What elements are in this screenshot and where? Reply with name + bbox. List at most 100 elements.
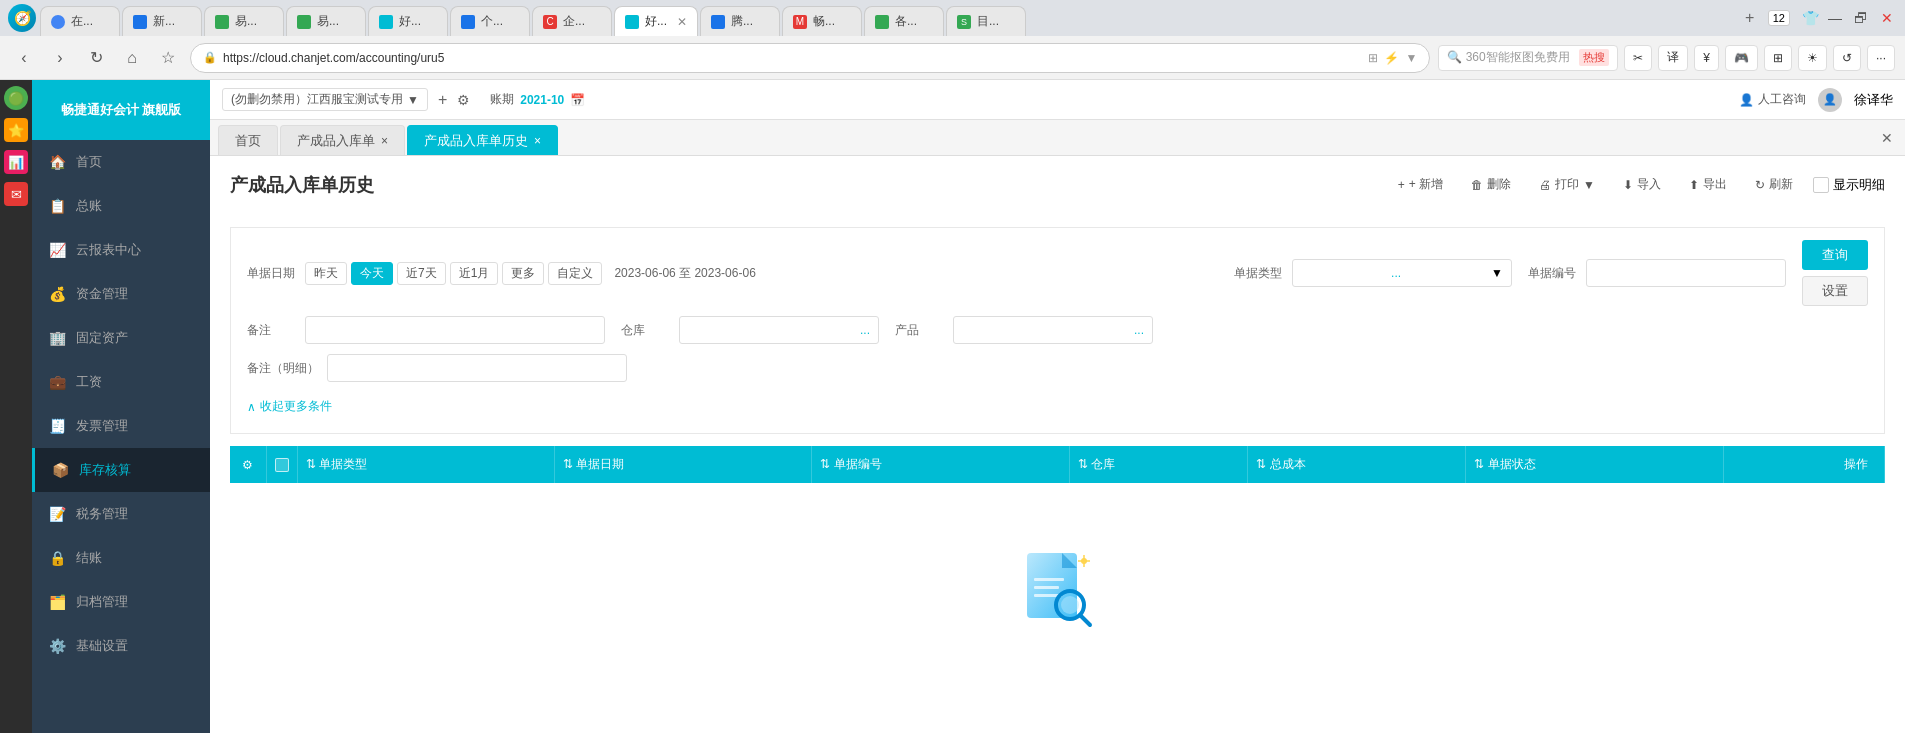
forward-button[interactable]: › (46, 44, 74, 72)
company-settings-icon[interactable]: ⚙ (457, 92, 470, 108)
number-filter-input[interactable] (1586, 259, 1786, 287)
calendar-icon[interactable]: 📅 (570, 93, 585, 107)
close-button[interactable]: ✕ (1877, 8, 1897, 28)
app-icon-mail[interactable]: ✉ (4, 182, 28, 206)
delete-btn[interactable]: 🗑 删除 (1463, 172, 1519, 197)
minimize-button[interactable]: — (1825, 8, 1845, 28)
browser-tab-5[interactable]: 好... (368, 6, 448, 36)
company-selector[interactable]: (勿删勿禁用）江西服宝测试专用 ▼ (222, 88, 428, 111)
nav-item-salary[interactable]: 💼 工资 (32, 360, 210, 404)
delete-label: 删除 (1487, 176, 1511, 193)
cut-icon[interactable]: ✂ (1624, 45, 1652, 71)
browser-tab-9[interactable]: 腾... (700, 6, 780, 36)
rotate-btn[interactable]: ↺ (1833, 45, 1861, 71)
refresh-btn[interactable]: ↻ 刷新 (1747, 172, 1801, 197)
display-checkbox[interactable] (1813, 177, 1829, 193)
close-panel-btn[interactable]: ✕ (1881, 130, 1893, 146)
table-col-status[interactable]: ⇅ 单据状态 (1466, 446, 1723, 483)
browser-tab-6[interactable]: 个... (450, 6, 530, 36)
nav-item-ledger[interactable]: 📋 总账 (32, 184, 210, 228)
table-col-warehouse[interactable]: ⇅ 仓库 (1069, 446, 1248, 483)
page-tab-home[interactable]: 首页 (218, 125, 278, 155)
table-col-gear[interactable]: ⚙ (230, 446, 266, 483)
page-tab-inventory-list-close[interactable]: × (381, 134, 388, 148)
app-icon-green[interactable]: 🟢 (4, 86, 28, 110)
display-toggle[interactable]: 显示明细 (1813, 176, 1885, 194)
nav-item-assets[interactable]: 🏢 固定资产 (32, 316, 210, 360)
refresh-icon: ↻ (1755, 178, 1765, 192)
new-tab-button[interactable]: + (1736, 4, 1764, 32)
date-btn-more[interactable]: 更多 (502, 262, 544, 285)
browser-tab-8[interactable]: 好... ✕ (614, 6, 698, 36)
print-label: 打印 (1555, 176, 1579, 193)
nav-item-close[interactable]: 🔒 结账 (32, 536, 210, 580)
date-btn-custom[interactable]: 自定义 (548, 262, 602, 285)
browser-tab-12[interactable]: S 目... (946, 6, 1026, 36)
table-col-number[interactable]: ⇅ 单据编号 (812, 446, 1069, 483)
select-all-checkbox[interactable] (275, 458, 289, 472)
game-btn[interactable]: 🎮 (1725, 45, 1758, 71)
table-col-checkbox[interactable] (266, 446, 297, 483)
remark-filter-input[interactable] (305, 316, 605, 344)
detail-remark-filter-input[interactable] (327, 354, 627, 382)
nav-sidebar: 畅捷通好会计 旗舰版 🏠 首页 📋 总账 📈 云报表中心 💰 资金管理 🏢 固定… (32, 80, 210, 733)
user-avatar[interactable]: 👤 (1818, 88, 1842, 112)
product-filter-select[interactable]: ... (953, 316, 1153, 344)
date-btn-7days[interactable]: 近7天 (397, 262, 446, 285)
grid-btn[interactable]: ⊞ (1764, 45, 1792, 71)
filter-settings-button[interactable]: 设置 (1802, 276, 1868, 306)
tab-close-8[interactable]: ✕ (677, 15, 687, 29)
browser-tab-1[interactable]: 在... (40, 6, 120, 36)
gear-icon[interactable]: ⚙ (242, 458, 253, 472)
nav-item-funds[interactable]: 💰 资金管理 (32, 272, 210, 316)
home-button[interactable]: ⌂ (118, 44, 146, 72)
collapse-button[interactable]: ∧ 收起更多条件 (247, 392, 1868, 421)
nav-item-tax[interactable]: 📝 税务管理 (32, 492, 210, 536)
add-company-btn[interactable]: + (438, 91, 447, 109)
date-btn-1month[interactable]: 近1月 (450, 262, 499, 285)
back-button[interactable]: ‹ (10, 44, 38, 72)
browser-tab-4[interactable]: 易... (286, 6, 366, 36)
nav-item-settings[interactable]: ⚙️ 基础设置 (32, 624, 210, 668)
query-button[interactable]: 查询 (1802, 240, 1868, 270)
app-icon-star[interactable]: ⭐ (4, 118, 28, 142)
user-service-btn[interactable]: 👤 人工咨询 (1739, 91, 1806, 108)
date-btn-today[interactable]: 今天 (351, 262, 393, 285)
nav-item-archive[interactable]: 🗂️ 归档管理 (32, 580, 210, 624)
import-btn[interactable]: ⬇ 导入 (1615, 172, 1669, 197)
nav-item-inventory[interactable]: 📦 库存核算 (32, 448, 210, 492)
refresh-button[interactable]: ↻ (82, 44, 110, 72)
date-btn-yesterday[interactable]: 昨天 (305, 262, 347, 285)
translate-btn[interactable]: 译 (1658, 45, 1688, 71)
svg-point-6 (1061, 596, 1079, 614)
chevron-down-icon[interactable]: ▼ (1405, 51, 1417, 65)
nav-item-home[interactable]: 🏠 首页 (32, 140, 210, 184)
currency-btn[interactable]: ¥ (1694, 45, 1719, 71)
table-col-date[interactable]: ⇅ 单据日期 (554, 446, 811, 483)
type-filter-select[interactable]: ... ▼ (1292, 259, 1512, 287)
settings-menu[interactable]: ··· (1867, 45, 1895, 71)
bookmark-button[interactable]: ☆ (154, 44, 182, 72)
nav-item-report[interactable]: 📈 云报表中心 (32, 228, 210, 272)
browser-tab-10[interactable]: M 畅... (782, 6, 862, 36)
browser-tab-2[interactable]: 新... (122, 6, 202, 36)
page-tab-inventory-history[interactable]: 产成品入库单历史 × (407, 125, 558, 155)
page-tab-history-close[interactable]: × (534, 134, 541, 148)
restore-button[interactable]: 🗗 (1851, 8, 1871, 28)
nav-item-invoice[interactable]: 🧾 发票管理 (32, 404, 210, 448)
search-bar[interactable]: 🔍 360智能抠图免费用 热搜 (1438, 45, 1618, 71)
print-btn[interactable]: 🖨 打印 ▼ (1531, 172, 1603, 197)
address-bar[interactable]: 🔒 https://cloud.chanjet.com/accounting/u… (190, 43, 1430, 73)
browser-tab-11[interactable]: 各... (864, 6, 944, 36)
browser-tab-3[interactable]: 易... (204, 6, 284, 36)
table-col-type[interactable]: ⇅ 单据类型 (297, 446, 554, 483)
table-col-cost[interactable]: ⇅ 总成本 (1248, 446, 1466, 483)
browser-tab-7[interactable]: C 企... (532, 6, 612, 36)
warehouse-filter-select[interactable]: ... (679, 316, 879, 344)
theme-btn[interactable]: ☀ (1798, 45, 1827, 71)
export-btn[interactable]: ⬆ 导出 (1681, 172, 1735, 197)
page-tab-inventory-list[interactable]: 产成品入库单 × (280, 125, 405, 155)
add-btn[interactable]: + + 新增 (1390, 172, 1451, 197)
sort-date-icon: ⇅ (563, 457, 573, 471)
app-icon-chart[interactable]: 📊 (4, 150, 28, 174)
